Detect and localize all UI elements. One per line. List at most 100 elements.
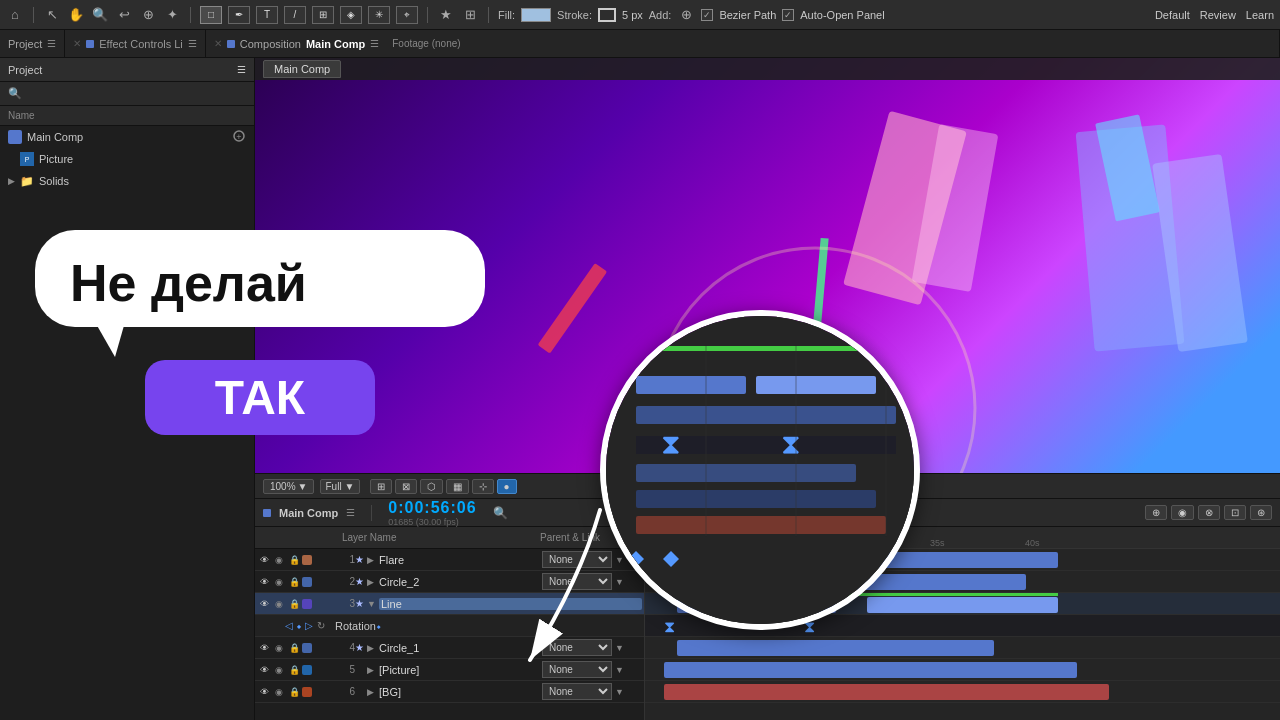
solo-icon-3[interactable]: ◉ <box>272 597 286 611</box>
track-bar-2[interactable] <box>677 574 1026 590</box>
learn-btn[interactable]: Learn <box>1246 9 1274 21</box>
comp-name-tab[interactable]: Main Comp <box>306 38 365 50</box>
track-row-1[interactable] <box>645 549 1280 571</box>
track-row-3[interactable] <box>645 593 1280 615</box>
expand-5[interactable]: ▶ <box>367 665 379 675</box>
solo-icon-2[interactable]: ◉ <box>272 575 286 589</box>
toggle-guides[interactable]: ⊹ <box>472 479 494 494</box>
lock-icon-5[interactable]: 🔒 <box>287 663 301 677</box>
layer-row-5[interactable]: 👁 ◉ 🔒 5 ★ ▶ [Picture] None ▼ <box>255 659 644 681</box>
keyframe-hourglass-1[interactable]: ⧗ <box>664 618 675 636</box>
auto-open-checkbox[interactable]: ✓ <box>782 9 794 21</box>
label-icon-4[interactable] <box>302 643 312 653</box>
track-bar-1[interactable] <box>677 552 1058 568</box>
add-icon[interactable]: ⊕ <box>677 6 695 24</box>
solo-icon-1[interactable]: ◉ <box>272 553 286 567</box>
effect-menu-icon[interactable]: ☰ <box>188 38 197 49</box>
track-row-4[interactable] <box>645 637 1280 659</box>
track-bar-6[interactable] <box>664 684 1109 700</box>
toggle-color[interactable]: ● <box>497 479 517 494</box>
visibility-icon-4[interactable]: 👁 <box>257 641 271 655</box>
toggle-region[interactable]: ⊠ <box>395 479 417 494</box>
track-row-2[interactable] <box>645 571 1280 593</box>
project-item-picture[interactable]: P Picture <box>0 148 254 170</box>
playhead[interactable] <box>657 527 659 548</box>
star-icon[interactable]: ★ <box>437 6 455 24</box>
line-tool[interactable]: / <box>284 6 306 24</box>
close-tab-icon[interactable]: ✕ <box>73 38 81 49</box>
stroke-color[interactable] <box>598 8 616 22</box>
expand-6[interactable]: ▶ <box>367 687 379 697</box>
bezier-checkbox[interactable]: ✓ <box>701 9 713 21</box>
motion-blur[interactable]: ⊛ <box>1250 505 1272 520</box>
parent-select-4[interactable]: None <box>542 639 612 656</box>
timeline-menu[interactable]: ☰ <box>346 507 355 518</box>
keyframe-add[interactable]: ⬥ <box>296 620 302 631</box>
parent-select-5[interactable]: None <box>542 661 612 678</box>
shy-switch[interactable]: ⊗ <box>1198 505 1220 520</box>
comp-close-icon[interactable]: ✕ <box>214 38 222 49</box>
project-item-solids[interactable]: ▶ 📁 Solids <box>0 170 254 192</box>
keyframe-nav-prev[interactable]: ◁ <box>285 620 293 631</box>
timeline-tracks[interactable]: 20s 25s 30s 35s 40s <box>645 527 1280 720</box>
rotate-tool[interactable]: ↩ <box>115 6 133 24</box>
hand-tool[interactable]: ✋ <box>67 6 85 24</box>
panel-menu-icon[interactable]: ☰ <box>47 38 56 49</box>
lock-icon-3[interactable]: 🔒 <box>287 597 301 611</box>
layer-row-4[interactable]: 👁 ◉ 🔒 4 ★ ▶ Circle_1 None ▼ <box>255 637 644 659</box>
lock-icon-6[interactable]: 🔒 <box>287 685 301 699</box>
pan-tool[interactable]: ✦ <box>163 6 181 24</box>
label-icon-1[interactable] <box>302 555 312 565</box>
parent-select-6[interactable]: None <box>542 683 612 700</box>
visibility-icon-1[interactable]: 👁 <box>257 553 271 567</box>
lock-icon-2[interactable]: 🔒 <box>287 575 301 589</box>
solo-icon-4[interactable]: ◉ <box>272 641 286 655</box>
track-tool[interactable]: ⌖ <box>396 6 418 24</box>
visibility-icon-5[interactable]: 👁 <box>257 663 271 677</box>
comp-menu-icon[interactable]: ☰ <box>370 38 379 49</box>
expand-2[interactable]: ▶ <box>367 577 379 587</box>
label-icon-5[interactable] <box>302 665 312 675</box>
select-tool[interactable]: ↖ <box>43 6 61 24</box>
layer-row-2[interactable]: 👁 ◉ 🔒 2 ★ ▶ Circle_2 None ▼ <box>255 571 644 593</box>
home-icon[interactable]: ⌂ <box>6 6 24 24</box>
solo-icon-6[interactable]: ◉ <box>272 685 286 699</box>
project-tab[interactable]: Project <box>8 38 42 50</box>
toggle-transparency[interactable]: ⊞ <box>370 479 392 494</box>
solo-switch[interactable]: ◉ <box>1171 505 1194 520</box>
track-row-6[interactable] <box>645 681 1280 703</box>
lock-icon-1[interactable]: 🔒 <box>287 553 301 567</box>
solo-icon-5[interactable]: ◉ <box>272 663 286 677</box>
track-bar-3a[interactable] <box>677 597 836 613</box>
puppet-tool[interactable]: ✳ <box>368 6 390 24</box>
fill-tool[interactable]: ◈ <box>340 6 362 24</box>
anchor-tool[interactable]: ⊞ <box>312 6 334 24</box>
draft-switch[interactable]: ⊡ <box>1224 505 1246 520</box>
default-btn[interactable]: Default <box>1155 9 1190 21</box>
zoom-tool[interactable]: 🔍 <box>91 6 109 24</box>
keyframe-hourglass-2[interactable]: ⧗ <box>804 618 815 636</box>
review-btn[interactable]: Review <box>1200 9 1236 21</box>
grid-icon[interactable]: ⊞ <box>461 6 479 24</box>
visibility-icon-6[interactable]: 👁 <box>257 685 271 699</box>
parent-select-2[interactable]: None <box>542 573 612 590</box>
search-input[interactable] <box>26 88 246 100</box>
layer-row-3[interactable]: 👁 ◉ 🔒 3 ★ ▼ Line <box>255 593 644 615</box>
label-icon-3[interactable] <box>302 599 312 609</box>
add-footage-icon[interactable]: + <box>232 129 246 145</box>
expand-3[interactable]: ▼ <box>367 599 379 609</box>
lock-icon-4[interactable]: 🔒 <box>287 641 301 655</box>
label-icon-2[interactable] <box>302 577 312 587</box>
text-tool[interactable]: T <box>256 6 278 24</box>
layer-row-6[interactable]: 👁 ◉ 🔒 6 ★ ▶ [BG] None ▼ <box>255 681 644 703</box>
quality-control[interactable]: Full ▼ <box>320 479 359 494</box>
layer-row-1[interactable]: 👁 ◉ 🔒 1 ★ ▶ Flare None ▼ <box>255 549 644 571</box>
comp-viewer[interactable]: Main Comp <box>255 58 1280 473</box>
fill-color[interactable] <box>521 8 551 22</box>
pen-tool[interactable]: ✒ <box>228 6 250 24</box>
visibility-icon-2[interactable]: 👁 <box>257 575 271 589</box>
track-row-5[interactable] <box>645 659 1280 681</box>
track-bar-3b[interactable] <box>867 597 1058 613</box>
add-marker[interactable]: ⊕ <box>1145 505 1167 520</box>
toggle-grid[interactable]: ▦ <box>446 479 469 494</box>
